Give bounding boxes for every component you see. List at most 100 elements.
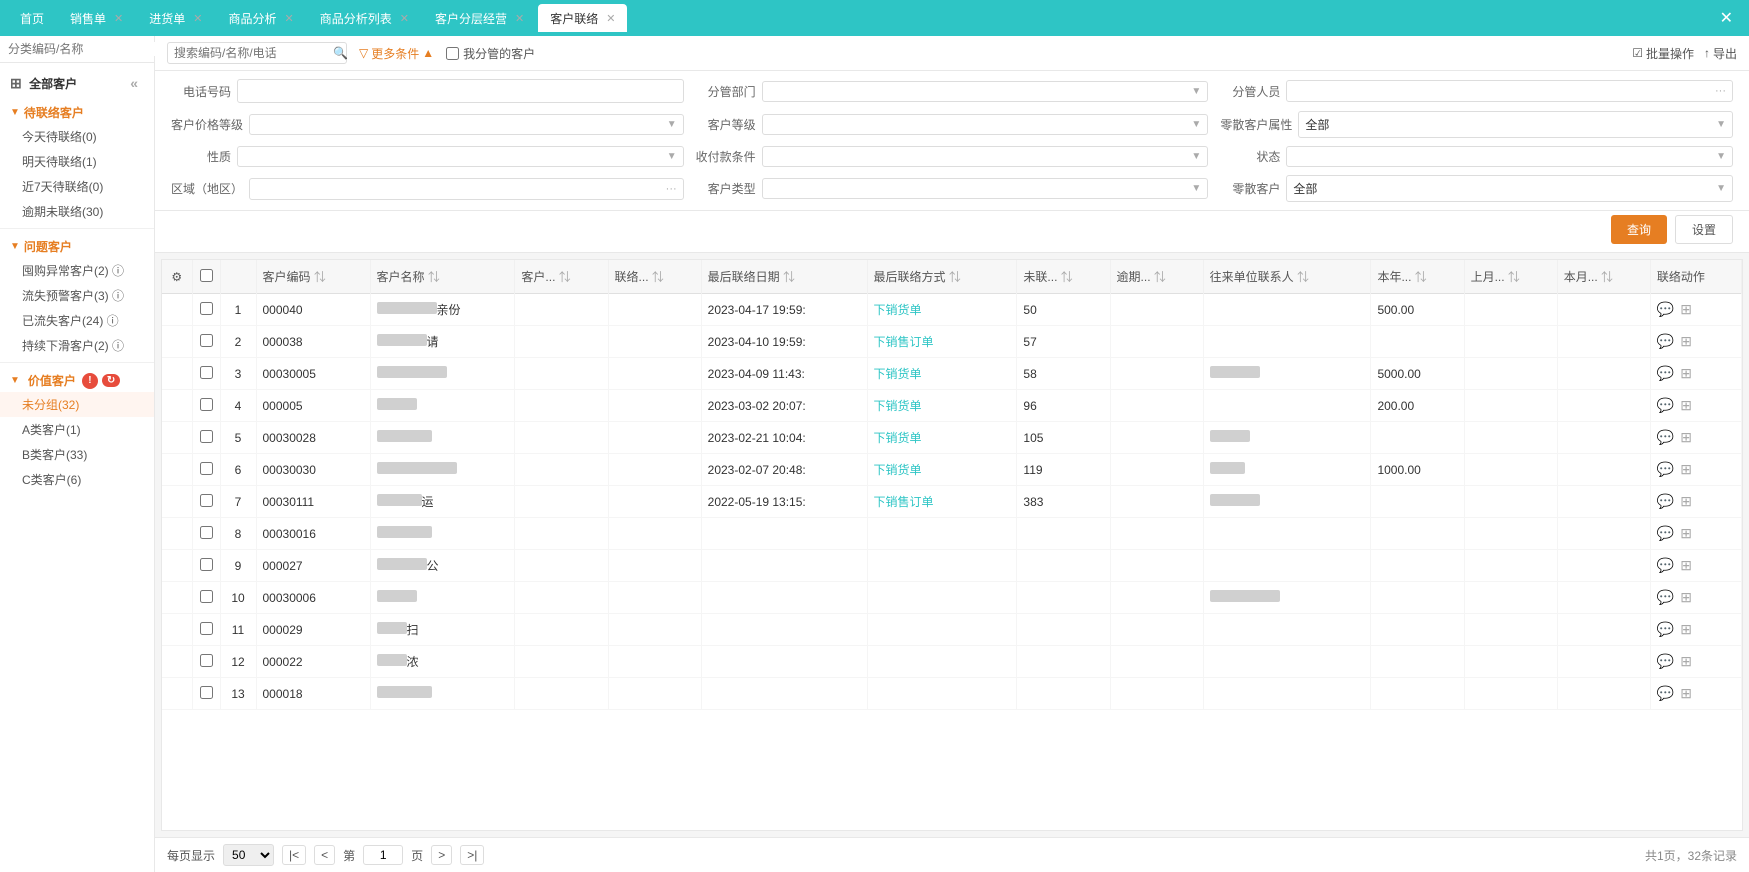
close-analysis-icon[interactable]: ✕: [285, 12, 294, 25]
row-checkbox[interactable]: [200, 526, 213, 539]
chat-icon[interactable]: 💬: [1657, 301, 1674, 318]
th-this-year[interactable]: 本年... ⇅: [1371, 260, 1464, 294]
sidebar-section-problem[interactable]: ▼ 问题客户: [0, 233, 154, 258]
row-checkbox[interactable]: [200, 302, 213, 315]
filter-more-conditions[interactable]: ▽ 更多条件 ▲: [359, 45, 434, 62]
next-page-button[interactable]: >: [431, 845, 452, 865]
close-analysis-list-icon[interactable]: ✕: [400, 12, 409, 25]
method-link[interactable]: 下销售订单: [874, 495, 934, 509]
close-customer-contact-icon[interactable]: ✕: [606, 12, 615, 25]
select-all-checkbox[interactable]: [200, 269, 213, 282]
row-checkbox[interactable]: [200, 654, 213, 667]
qr-icon[interactable]: ⊞: [1680, 365, 1692, 382]
my-customers-checkbox[interactable]: [446, 47, 459, 60]
sidebar-item-declining[interactable]: 持续下滑客户(2) ⓘ: [0, 333, 154, 358]
chat-icon[interactable]: 💬: [1657, 685, 1674, 702]
refresh-icon[interactable]: ↻: [102, 374, 120, 387]
close-customer-seg-icon[interactable]: ✕: [515, 12, 524, 25]
qr-icon[interactable]: ⊞: [1680, 429, 1692, 446]
chat-icon[interactable]: 💬: [1657, 397, 1674, 414]
chat-icon[interactable]: 💬: [1657, 461, 1674, 478]
tab-customer-seg[interactable]: 客户分层经营 ✕: [423, 4, 536, 32]
filter-search-icon[interactable]: 🔍: [333, 46, 348, 60]
close-sales-icon[interactable]: ✕: [114, 12, 123, 25]
qr-icon[interactable]: ⊞: [1680, 557, 1692, 574]
payment-select[interactable]: ▼: [762, 146, 1209, 167]
close-purchase-icon[interactable]: ✕: [193, 12, 202, 25]
method-link[interactable]: 下销货单: [874, 431, 922, 445]
qr-icon[interactable]: ⊞: [1680, 685, 1692, 702]
sidebar-item-7days[interactable]: 近7天待联络(0): [0, 174, 154, 199]
method-link[interactable]: 下销货单: [874, 399, 922, 413]
qr-icon[interactable]: ⊞: [1680, 493, 1692, 510]
sidebar-item-today[interactable]: 今天待联络(0): [0, 124, 154, 149]
th-this-month[interactable]: 本月... ⇅: [1557, 260, 1650, 294]
chat-icon[interactable]: 💬: [1657, 525, 1674, 542]
prev-page-button[interactable]: <: [314, 845, 335, 865]
batch-ops-button[interactable]: ☑ 批量操作: [1632, 45, 1694, 62]
sidebar-section-value[interactable]: ▼ 价值客户 ! ↻: [0, 367, 154, 392]
row-checkbox[interactable]: [200, 590, 213, 603]
sidebar-collapse-icon[interactable]: «: [124, 73, 144, 93]
method-link[interactable]: 下销售订单: [874, 335, 934, 349]
price-level-select[interactable]: ▼: [249, 114, 684, 135]
method-link[interactable]: 下销货单: [874, 367, 922, 381]
sidebar-item-churn-warning[interactable]: 流失预警客户(3) ⓘ: [0, 283, 154, 308]
sidebar-item-class-b[interactable]: B类客户(33): [0, 442, 154, 467]
row-checkbox[interactable]: [200, 430, 213, 443]
last-page-button[interactable]: >|: [460, 845, 484, 865]
tab-analysis[interactable]: 商品分析 ✕: [216, 4, 305, 32]
th-settings[interactable]: ⚙: [162, 260, 192, 294]
row-checkbox[interactable]: [200, 622, 213, 635]
filter-search-box[interactable]: 🔍: [167, 42, 347, 64]
status-select[interactable]: ▼: [1286, 146, 1733, 167]
sidebar-item-ungrouped[interactable]: 未分组(32): [0, 392, 154, 417]
customer-type-select[interactable]: ▼: [762, 178, 1209, 199]
th-not-contacted[interactable]: 未联... ⇅: [1017, 260, 1110, 294]
row-checkbox[interactable]: [200, 334, 213, 347]
my-customers-filter[interactable]: 我分管的客户: [446, 45, 535, 62]
sidebar-item-abnormal[interactable]: 囤购异常客户(2) ⓘ: [0, 258, 154, 283]
tab-customer-contact[interactable]: 客户联络 ✕: [538, 4, 627, 32]
chat-icon[interactable]: 💬: [1657, 653, 1674, 670]
qr-icon[interactable]: ⊞: [1680, 589, 1692, 606]
tab-analysis-list[interactable]: 商品分析列表 ✕: [308, 4, 421, 32]
row-checkbox[interactable]: [200, 494, 213, 507]
th-last-method[interactable]: 最后联络方式 ⇅: [867, 260, 1017, 294]
qr-icon[interactable]: ⊞: [1680, 653, 1692, 670]
chat-icon[interactable]: 💬: [1657, 333, 1674, 350]
reset-button[interactable]: 设置: [1675, 215, 1733, 244]
phone-input[interactable]: [237, 79, 684, 103]
qr-icon[interactable]: ⊞: [1680, 301, 1692, 318]
tab-sales[interactable]: 销售单 ✕: [58, 4, 135, 32]
th-unit-contact[interactable]: 往来单位联系人 ⇅: [1203, 260, 1371, 294]
row-checkbox[interactable]: [200, 558, 213, 571]
sidebar-search-input[interactable]: [8, 42, 163, 56]
customer-level-select[interactable]: ▼: [762, 114, 1209, 135]
th-code[interactable]: 客户编码 ⇅: [256, 260, 370, 294]
nav-close-button[interactable]: ✕: [1712, 8, 1741, 28]
query-button[interactable]: 查询: [1611, 215, 1667, 244]
row-checkbox[interactable]: [200, 366, 213, 379]
per-page-select[interactable]: 50 100: [223, 844, 274, 866]
sidebar-item-overdue[interactable]: 逾期未联络(30): [0, 199, 154, 224]
th-overdue[interactable]: 逾期... ⇅: [1110, 260, 1203, 294]
th-type[interactable]: 客户... ⇅: [515, 260, 608, 294]
qr-icon[interactable]: ⊞: [1680, 461, 1692, 478]
tab-home[interactable]: 首页: [8, 4, 56, 32]
th-name[interactable]: 客户名称 ⇅: [370, 260, 515, 294]
page-input[interactable]: [363, 845, 403, 865]
first-page-button[interactable]: |<: [282, 845, 306, 865]
sidebar-item-churned[interactable]: 已流失客户(24) ⓘ: [0, 308, 154, 333]
sidebar-all-customers[interactable]: ⊞ 全部客户 «: [0, 67, 154, 99]
th-last-date[interactable]: 最后联络日期 ⇅: [701, 260, 867, 294]
region-select[interactable]: ···: [249, 178, 684, 200]
export-button[interactable]: ↑ 导出: [1704, 45, 1737, 62]
dept-select[interactable]: ▼: [762, 81, 1209, 102]
retail-attr-select[interactable]: 全部 ▼: [1298, 111, 1733, 138]
row-checkbox[interactable]: [200, 462, 213, 475]
chat-icon[interactable]: 💬: [1657, 493, 1674, 510]
sidebar-section-pending[interactable]: ▼ 待联络客户: [0, 99, 154, 124]
method-link[interactable]: 下销货单: [874, 463, 922, 477]
chat-icon[interactable]: 💬: [1657, 429, 1674, 446]
